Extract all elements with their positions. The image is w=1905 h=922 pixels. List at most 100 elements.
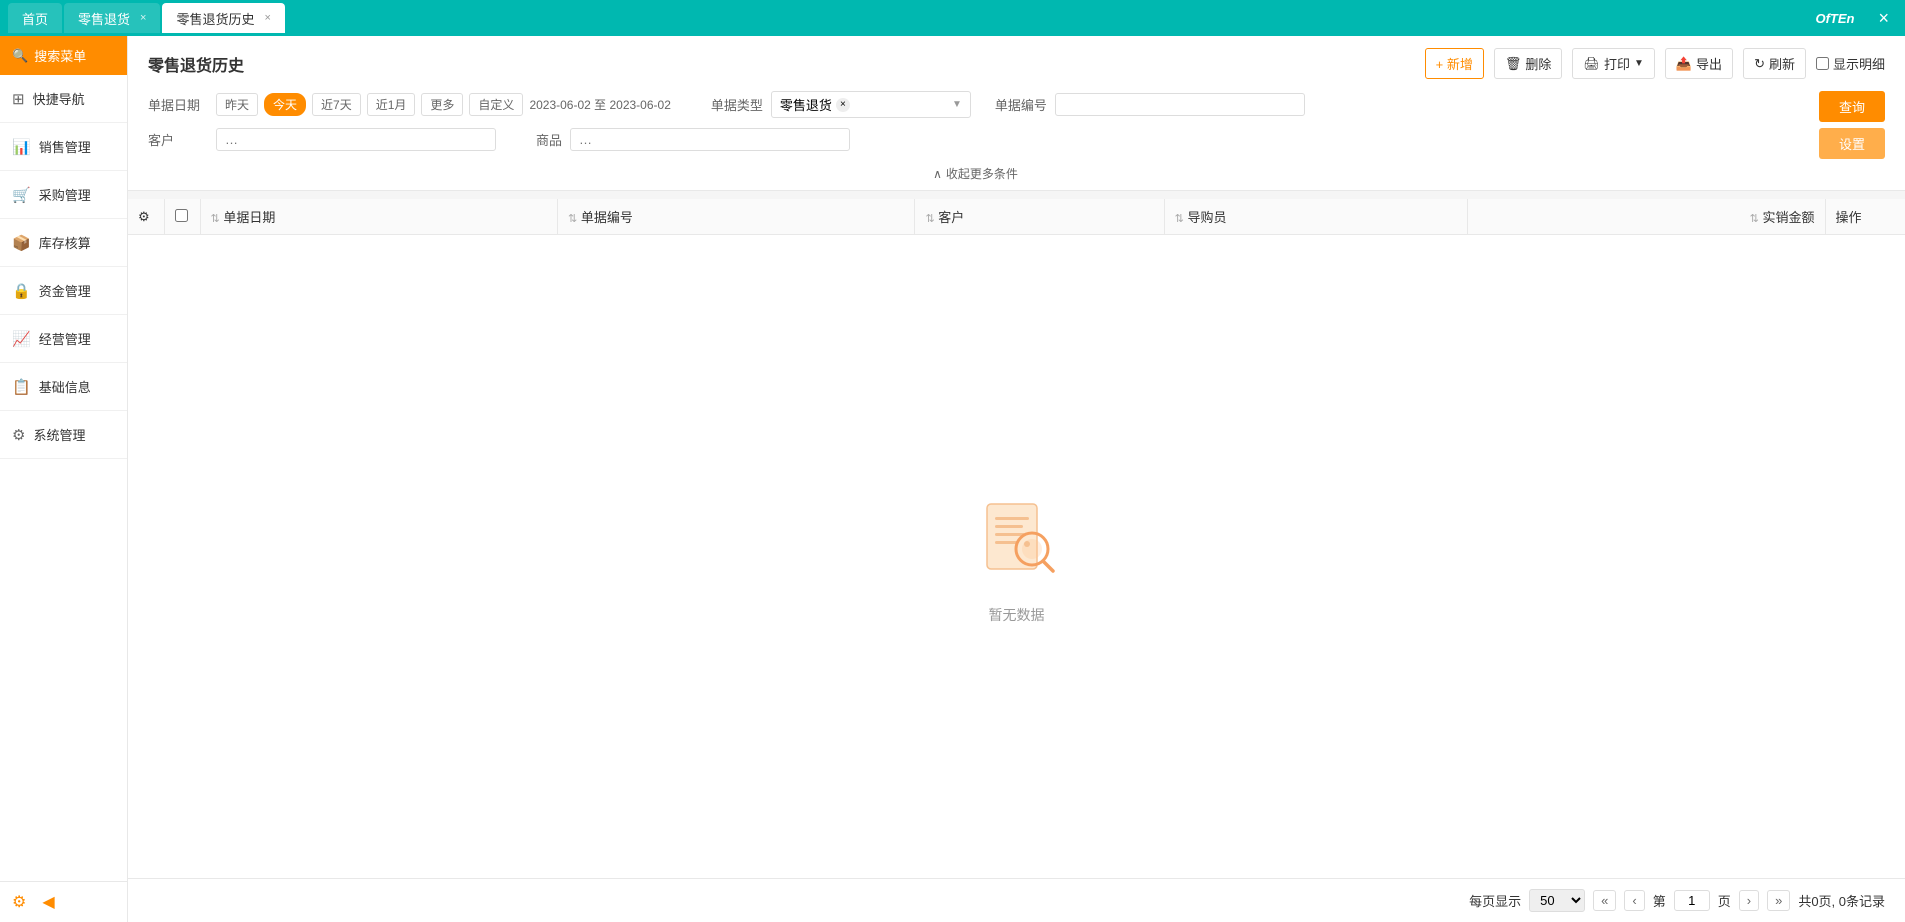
tab-home[interactable]: 首页 <box>8 3 62 33</box>
th-customer[interactable]: ⇅ 客户 <box>915 199 1164 235</box>
sidebar-item-purchase-mgmt[interactable]: 🛒 采购管理 <box>0 171 127 219</box>
date-filter-label: 单据日期 <box>148 95 208 114</box>
export-label: 导出 <box>1696 54 1722 73</box>
first-page-button[interactable]: « <box>1593 890 1616 911</box>
filter-row-2: 客户 商品 <box>148 128 1803 151</box>
th-doc-no[interactable]: ⇅ 单据编号 <box>557 199 914 235</box>
tab-retail-return[interactable]: 零售退货 × <box>64 3 160 33</box>
tab-retail-return-label: 零售退货 <box>78 9 130 28</box>
doc-type-select[interactable]: 零售退货 × ▼ <box>771 91 971 118</box>
date-filter-today[interactable]: 今天 <box>264 93 306 116</box>
doc-type-remove[interactable]: × <box>836 98 850 112</box>
table-header: ⚙ ⇅ 单据日期 ⇅ 单据编号 <box>128 199 1905 235</box>
top-bar: 首页 零售退货 × 零售退货历史 × OfTEn × <box>0 0 1905 36</box>
tab-retail-return-history-close[interactable]: × <box>264 12 270 24</box>
page-label: 第 <box>1653 891 1666 910</box>
date-filter-buttons: 昨天 今天 近7天 近1月 更多 自定义 2023-06-02 至 2023-0… <box>216 93 671 116</box>
th-customer-label: 客户 <box>938 210 964 225</box>
refresh-icon: ↻ <box>1754 56 1765 72</box>
date-range-display: 2023-06-02 至 2023-06-02 <box>529 96 670 113</box>
prev-page-button[interactable]: ‹ <box>1624 890 1644 911</box>
sidebar-item-inventory[interactable]: 📦 库存核算 <box>0 219 127 267</box>
pagination-bar: 每页显示 20 50 100 « ‹ 第 页 › » 共0页, 0条记录 <box>128 878 1905 922</box>
th-checkbox[interactable] <box>164 199 200 235</box>
page-number-input[interactable] <box>1674 890 1710 911</box>
delete-button[interactable]: 🗑 删除 <box>1494 48 1563 79</box>
th-doc-date[interactable]: ⇅ 单据日期 <box>200 199 557 235</box>
new-button[interactable]: + 新增 <box>1425 48 1484 79</box>
delete-icon: 🗑 <box>1505 56 1522 72</box>
collapse-sidebar-icon[interactable]: ◀ <box>42 892 54 912</box>
export-button[interactable]: 📤 导出 <box>1665 48 1733 79</box>
product-input[interactable] <box>570 128 850 151</box>
sidebar-item-inventory-label: 库存核算 <box>39 233 91 252</box>
print-button[interactable]: 🖨 打印 ▼ <box>1572 48 1654 79</box>
settings-icon: ⚙ <box>138 209 150 224</box>
sidebar-item-purchase-mgmt-label: 采购管理 <box>39 185 91 204</box>
search-icon: 🔍 <box>12 48 28 64</box>
query-button[interactable]: 查询 <box>1819 91 1885 122</box>
main-layout: 🔍 搜索菜单 ⊞ 快捷导航 📊 销售管理 🛒 采购管理 📦 库存核算 🔒 资金管… <box>0 36 1905 922</box>
th-doc-no-sort-icon: ⇅ <box>568 213 577 225</box>
sidebar-item-basic-info[interactable]: 📋 基础信息 <box>0 363 127 411</box>
date-filter-yesterday[interactable]: 昨天 <box>216 93 258 116</box>
th-customer-sort-icon: ⇅ <box>925 213 934 225</box>
select-all-checkbox[interactable] <box>175 209 188 222</box>
sidebar-item-sales-mgmt-label: 销售管理 <box>39 137 91 156</box>
empty-state: 暂无数据 <box>128 235 1905 878</box>
page-suffix: 页 <box>1718 891 1731 910</box>
th-actions: 操作 <box>1825 199 1905 235</box>
sidebar-search-label: 搜索菜单 <box>34 46 86 65</box>
tab-retail-return-history[interactable]: 零售退货历史 × <box>162 3 284 33</box>
date-filter-7days[interactable]: 近7天 <box>312 93 361 116</box>
basic-info-icon: 📋 <box>12 378 31 396</box>
filter-row-1: 单据日期 昨天 今天 近7天 近1月 更多 自定义 2023-06-02 至 2… <box>148 91 1803 118</box>
sidebar-item-finance[interactable]: 🔒 资金管理 <box>0 267 127 315</box>
th-settings[interactable]: ⚙ <box>128 199 164 235</box>
collapse-up-icon: ∧ <box>933 167 942 181</box>
table-header-row: ⚙ ⇅ 单据日期 ⇅ 单据编号 <box>128 199 1905 235</box>
window-close-button[interactable]: × <box>1870 8 1897 29</box>
sales-mgmt-icon: 📊 <box>12 138 31 156</box>
finance-icon: 🔒 <box>12 282 31 300</box>
sidebar-item-sales-mgmt[interactable]: 📊 销售管理 <box>0 123 127 171</box>
sidebar-item-quick-nav[interactable]: ⊞ 快捷导航 <box>0 75 127 123</box>
customer-input[interactable] <box>216 128 496 151</box>
set-button[interactable]: 设置 <box>1819 128 1885 159</box>
settings-bottom-icon[interactable]: ⚙ <box>12 892 26 912</box>
th-guide-label: 导购员 <box>1188 210 1227 225</box>
display-detail-toggle[interactable]: 显示明细 <box>1816 54 1885 73</box>
tab-list: 首页 零售退货 × 零售退货历史 × <box>8 3 1799 33</box>
filter-section: 单据日期 昨天 今天 近7天 近1月 更多 自定义 2023-06-02 至 2… <box>148 91 1885 190</box>
th-amount-sort-icon: ⇅ <box>1750 213 1759 225</box>
doc-no-filter-label: 单据编号 <box>995 95 1047 114</box>
next-page-button[interactable]: › <box>1739 890 1759 911</box>
date-filter-more[interactable]: 更多 <box>421 93 463 116</box>
data-table: ⚙ ⇅ 单据日期 ⇅ 单据编号 <box>128 199 1905 235</box>
th-amount[interactable]: ⇅ 实销金额 <box>1468 199 1826 235</box>
date-filter-custom[interactable]: 自定义 <box>469 93 523 116</box>
per-page-select[interactable]: 20 50 100 <box>1529 889 1585 912</box>
doc-type-chevron-icon: ▼ <box>952 99 962 110</box>
th-amount-label: 实销金额 <box>1762 210 1814 225</box>
collapse-more-button[interactable]: ∧ 收起更多条件 <box>148 161 1803 190</box>
filter-fields: 单据日期 昨天 今天 近7天 近1月 更多 自定义 2023-06-02 至 2… <box>148 91 1803 190</box>
page-title-row: 零售退货历史 + 新增 🗑 删除 🖨 打印 ▼ 📤 导出 <box>148 48 1885 79</box>
doc-no-input[interactable] <box>1055 93 1305 116</box>
sidebar-item-operations[interactable]: 📈 经营管理 <box>0 315 127 363</box>
date-filter-1month[interactable]: 近1月 <box>367 93 416 116</box>
print-chevron-icon: ▼ <box>1634 58 1644 69</box>
refresh-button[interactable]: ↻ 刷新 <box>1743 48 1806 79</box>
quick-nav-icon: ⊞ <box>12 90 25 108</box>
th-guide[interactable]: ⇅ 导购员 <box>1164 199 1467 235</box>
doc-type-filter-label: 单据类型 <box>711 95 763 114</box>
delete-label: 删除 <box>1525 54 1551 73</box>
inventory-icon: 📦 <box>12 234 31 252</box>
sidebar-search[interactable]: 🔍 搜索菜单 <box>0 36 127 75</box>
display-detail-checkbox[interactable] <box>1816 57 1829 70</box>
last-page-button[interactable]: » <box>1767 890 1790 911</box>
tab-retail-return-close[interactable]: × <box>140 12 146 24</box>
th-doc-date-label: 单据日期 <box>223 210 275 225</box>
purchase-mgmt-icon: 🛒 <box>12 186 31 204</box>
sidebar-item-system-mgmt[interactable]: ⚙ 系统管理 <box>0 411 127 459</box>
